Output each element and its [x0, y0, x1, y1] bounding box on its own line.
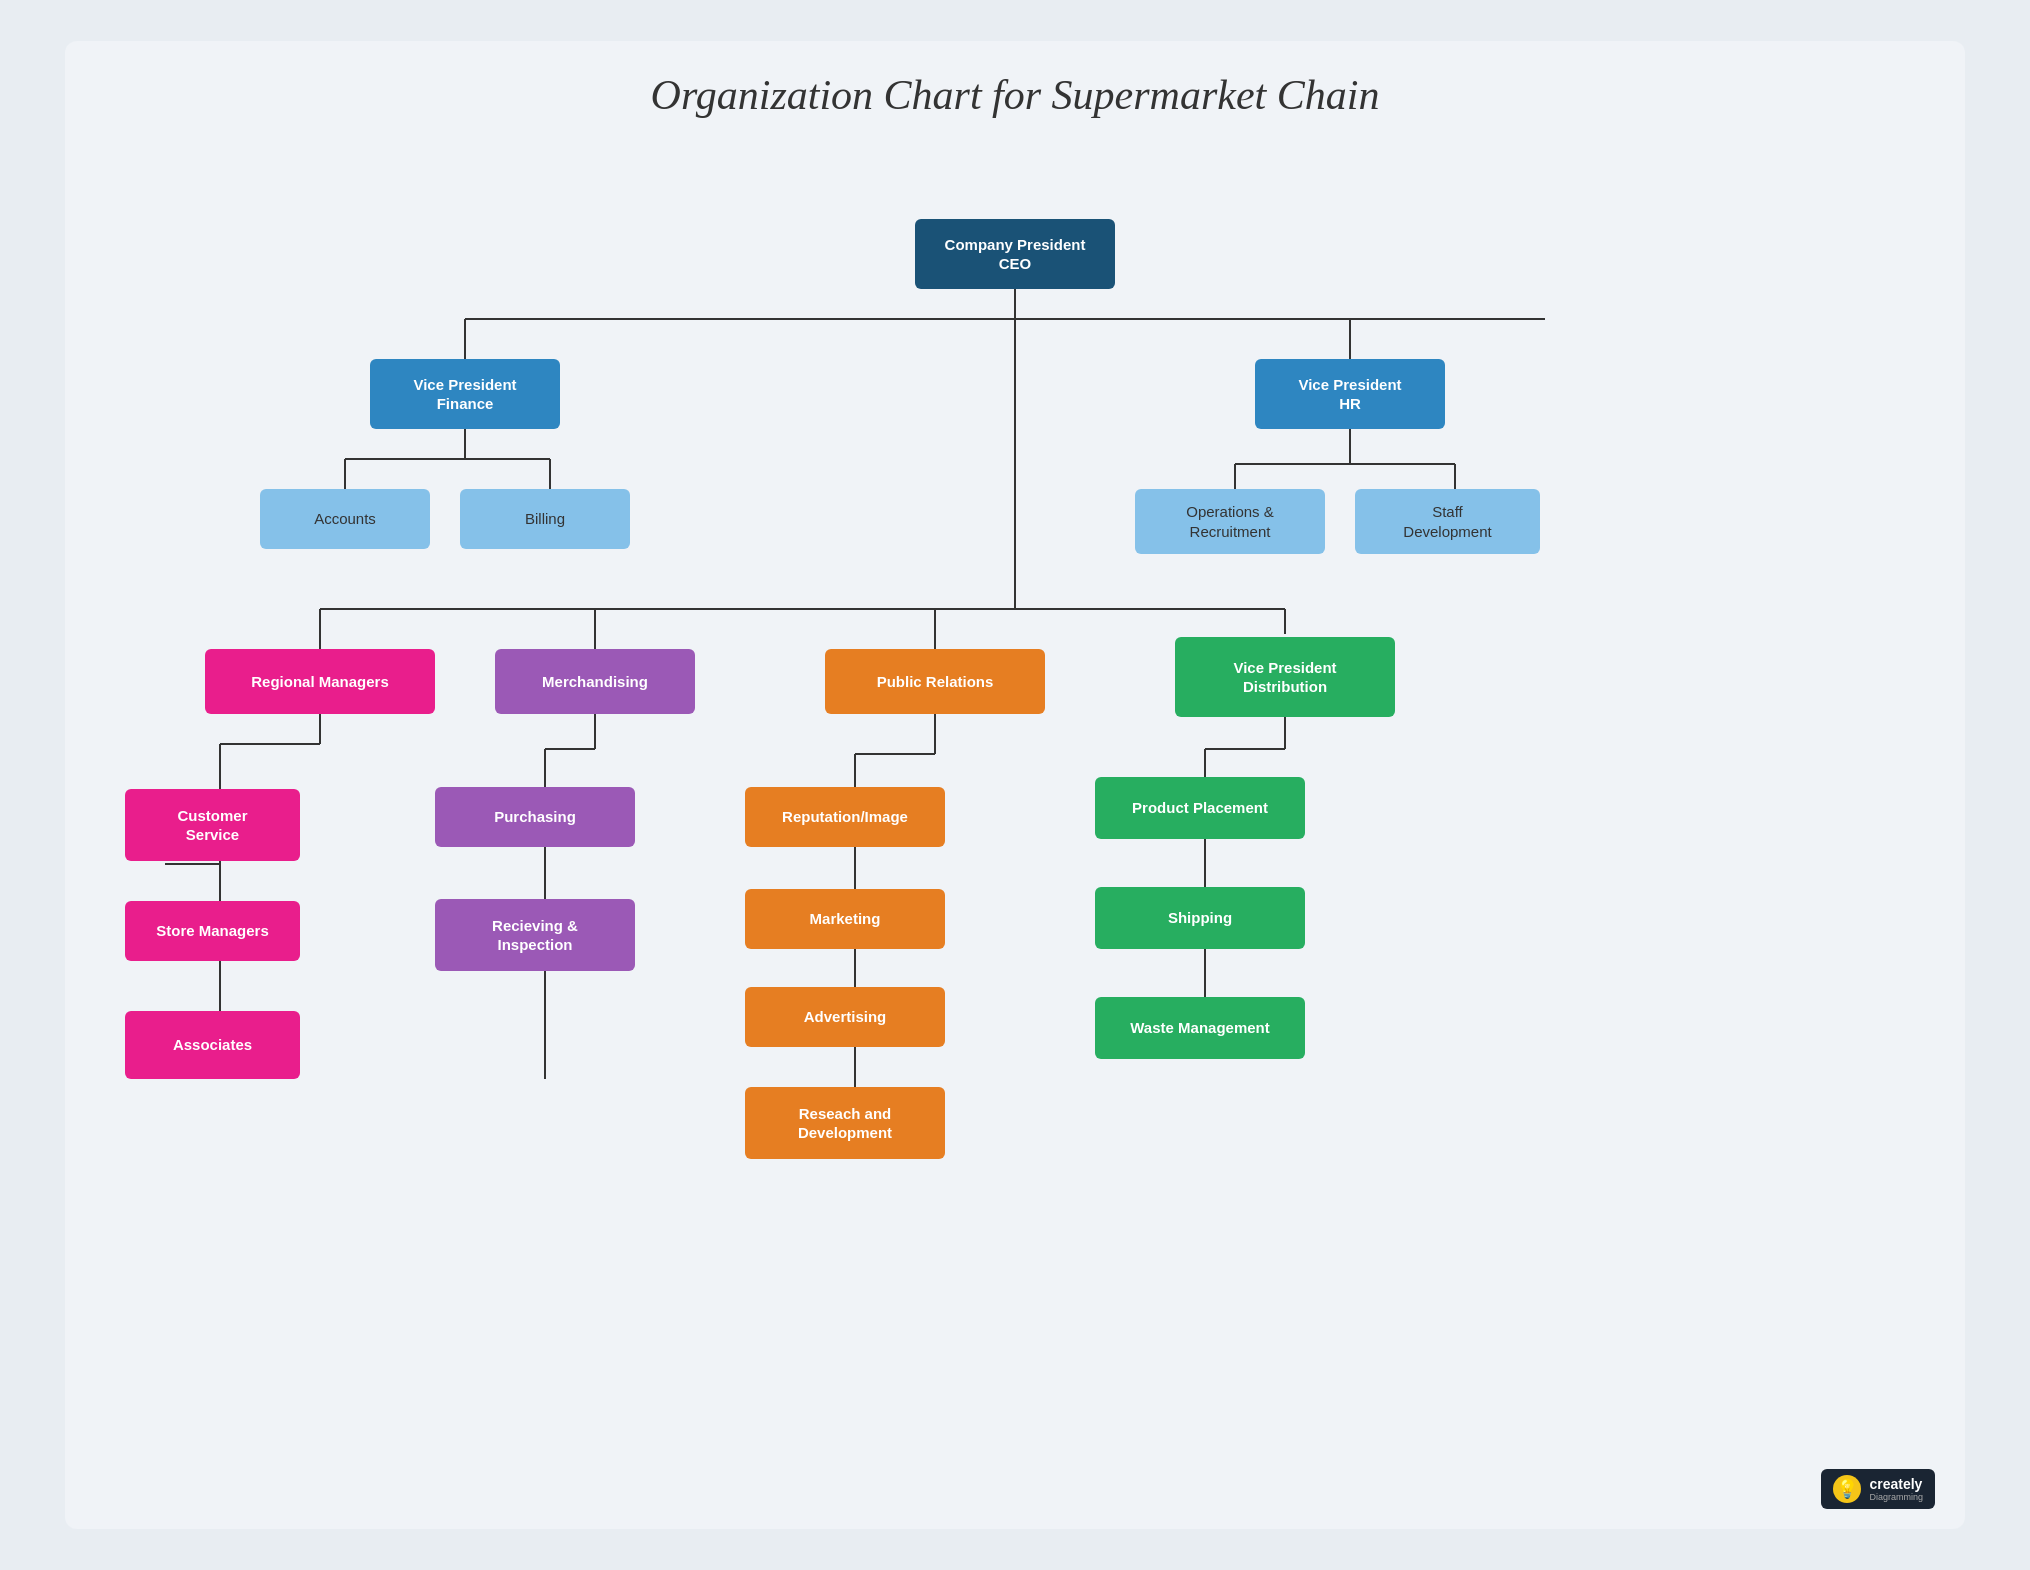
page-container: Organization Chart for Supermarket Chain	[65, 41, 1965, 1529]
connectors-svg	[105, 159, 1925, 1479]
public-relations-node: Public Relations	[825, 649, 1045, 714]
customer-service-node: CustomerService	[125, 789, 300, 861]
store-managers-node: Store Managers	[125, 901, 300, 961]
creately-logo: 💡 creately Diagramming	[1821, 1469, 1935, 1509]
creately-brand: creately Diagramming	[1869, 1476, 1923, 1503]
regional-managers-node: Regional Managers	[205, 649, 435, 714]
vp-finance-node: Vice PresidentFinance	[370, 359, 560, 429]
advertising-node: Advertising	[745, 987, 945, 1047]
vp-hr-node: Vice PresidentHR	[1255, 359, 1445, 429]
shipping-node: Shipping	[1095, 887, 1305, 949]
org-chart-area: Company President CEO Vice PresidentFina…	[105, 159, 1925, 1479]
associates-node: Associates	[125, 1011, 300, 1079]
receiving-node: Recieving &Inspection	[435, 899, 635, 971]
staff-dev-node: StaffDevelopment	[1355, 489, 1540, 554]
marketing-node: Marketing	[745, 889, 945, 949]
research-dev-node: Reseach andDevelopment	[745, 1087, 945, 1159]
billing-node: Billing	[460, 489, 630, 549]
merchandising-node: Merchandising	[495, 649, 695, 714]
creately-bulb-icon: 💡	[1833, 1475, 1861, 1503]
vp-distribution-node: Vice PresidentDistribution	[1175, 637, 1395, 717]
accounts-node: Accounts	[260, 489, 430, 549]
product-placement-node: Product Placement	[1095, 777, 1305, 839]
reputation-node: Reputation/Image	[745, 787, 945, 847]
ops-recruit-node: Operations &Recruitment	[1135, 489, 1325, 554]
page-title: Organization Chart for Supermarket Chain	[105, 71, 1925, 119]
waste-management-node: Waste Management	[1095, 997, 1305, 1059]
purchasing-node: Purchasing	[435, 787, 635, 847]
ceo-node: Company President CEO	[915, 219, 1115, 289]
